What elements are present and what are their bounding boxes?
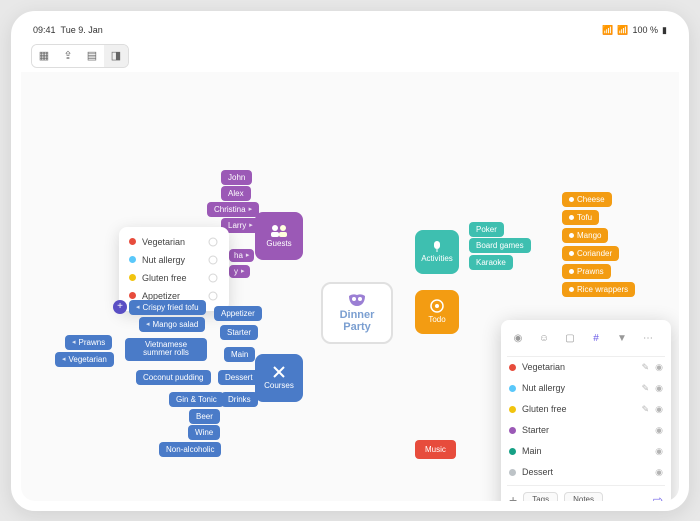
course-node[interactable]: Dessert (218, 370, 260, 385)
category-courses[interactable]: Courses (255, 354, 303, 402)
add-tag-button[interactable]: + (509, 492, 517, 508)
tag-row[interactable]: Gluten free✎◉ (507, 399, 665, 420)
center-title-2: Party (343, 321, 371, 333)
course-node[interactable]: Appetizer (214, 306, 262, 321)
utensils-icon (270, 365, 288, 379)
tab-emoji[interactable]: ☺ (535, 330, 553, 348)
tablet-frame: 09:41 Tue 9. Jan 📶 📶 100 % ▮ ▦ ⇪ ▤ ◨ Din… (11, 11, 689, 511)
people-icon (269, 223, 289, 237)
tab-color[interactable]: ◉ (509, 330, 527, 348)
tag-row[interactable]: Starter◉ (507, 420, 665, 441)
todo-node[interactable]: Mango (562, 228, 608, 243)
eye-icon[interactable]: ◉ (655, 362, 663, 373)
guest-node[interactable]: Alex (221, 186, 251, 201)
status-right: 📶 📶 100 % ▮ (602, 25, 667, 36)
battery-icon: ▮ (662, 25, 667, 36)
course-node[interactable]: Starter (220, 325, 258, 340)
collapse-icon[interactable]: ⇨ (653, 493, 663, 507)
eye-icon[interactable]: ◉ (655, 467, 663, 478)
todo-node[interactable]: Prawns (562, 264, 611, 279)
status-left: 09:41 Tue 9. Jan (33, 25, 103, 36)
drink-node[interactable]: Wine (188, 425, 220, 440)
tag-row[interactable]: Dessert◉ (507, 462, 665, 483)
tag-panel: ◉ ☺ ▢ # ▼ ⋯ Vegetarian✎◉ Nut allergy✎◉ G… (501, 320, 671, 511)
drink-node[interactable]: Gin & Tonic (169, 392, 224, 407)
tags-button[interactable]: Tags (523, 492, 558, 507)
panel-tabs: ◉ ☺ ▢ # ▼ ⋯ (507, 326, 665, 357)
tag-row[interactable]: Nut allergy✎◉ (507, 378, 665, 399)
dish-node[interactable]: ◂Prawns (65, 335, 112, 350)
view-split-button[interactable]: ◨ (104, 45, 128, 67)
guest-node[interactable]: Christina▸ (207, 202, 259, 217)
center-title-1: Dinner (340, 309, 375, 321)
signal-icon: 📶 (602, 25, 613, 36)
status-bar: 09:41 Tue 9. Jan 📶 📶 100 % ▮ (21, 21, 679, 40)
dish-node[interactable]: ◂Mango salad (139, 317, 205, 332)
category-label: Todo (428, 315, 445, 324)
filter-row[interactable]: Gluten free (125, 269, 223, 287)
filter-popup: Vegetarian Nut allergy Gluten free Appet… (119, 227, 229, 311)
add-node-button[interactable]: + (113, 300, 127, 314)
eye-icon (207, 272, 219, 284)
category-guests[interactable]: Guests (255, 212, 303, 260)
view-grid-button[interactable]: ▦ (32, 45, 56, 67)
eye-icon[interactable]: ◉ (655, 404, 663, 415)
target-icon (430, 299, 444, 313)
drink-node[interactable]: Beer (189, 409, 220, 424)
dish-node[interactable]: Vietnamese summer rolls (125, 338, 207, 362)
tag-row[interactable]: Vegetarian✎◉ (507, 357, 665, 378)
filter-row[interactable]: Vegetarian (125, 233, 223, 251)
mindmap-canvas[interactable]: Dinner Party Guests John Alex Christina▸… (21, 72, 679, 502)
category-label: Guests (266, 239, 291, 248)
eye-icon[interactable]: ◉ (655, 425, 663, 436)
activity-node[interactable]: Poker (469, 222, 504, 237)
dish-node[interactable]: ◂Crispy fried tofu (129, 300, 206, 315)
category-label: Courses (264, 381, 294, 390)
course-node[interactable]: Main (224, 347, 255, 362)
eye-icon (207, 254, 219, 266)
tab-filter[interactable]: ▼ (613, 330, 631, 348)
tab-image[interactable]: ▢ (561, 330, 579, 348)
eye-icon (207, 290, 219, 302)
dish-node[interactable]: Coconut pudding (136, 370, 211, 385)
activity-node[interactable]: Board games (469, 238, 531, 253)
filter-row[interactable]: Nut allergy (125, 251, 223, 269)
tab-tag[interactable]: # (587, 330, 605, 348)
category-music[interactable]: Music (415, 440, 456, 459)
mic-icon (430, 240, 444, 252)
activity-node[interactable]: Karaoke (469, 255, 513, 270)
share-button[interactable]: ⇪ (56, 45, 80, 67)
todo-node[interactable]: Rice wrappers (562, 282, 635, 297)
todo-node[interactable]: Coriander (562, 246, 619, 261)
eye-icon[interactable]: ◉ (655, 383, 663, 394)
wifi-icon: 📶 (617, 25, 628, 36)
category-todo[interactable]: Todo (415, 290, 459, 334)
guest-node[interactable]: ha▸ (229, 249, 254, 262)
guest-node[interactable]: y▸ (229, 265, 250, 278)
battery-text: 100 % (633, 25, 659, 35)
drink-node[interactable]: Non-alcoholic (159, 442, 221, 457)
center-node[interactable]: Dinner Party (321, 282, 393, 344)
eye-icon[interactable]: ◉ (655, 446, 663, 457)
tab-more[interactable]: ⋯ (639, 330, 657, 348)
category-label: Activities (421, 254, 453, 263)
guest-node[interactable]: John (221, 170, 252, 185)
eye-icon (207, 236, 219, 248)
todo-node[interactable]: Tofu (562, 210, 599, 225)
edit-icon[interactable]: ✎ (642, 383, 650, 394)
tag-row[interactable]: Main◉ (507, 441, 665, 462)
view-list-button[interactable]: ▤ (80, 45, 104, 67)
edit-icon[interactable]: ✎ (642, 404, 650, 415)
dish-node[interactable]: ◂Vegetarian (55, 352, 114, 367)
course-drinks[interactable]: Drinks (221, 392, 258, 407)
mask-icon (347, 293, 367, 307)
notes-button[interactable]: Notes (564, 492, 603, 507)
panel-footer: + Tags Notes ⇨ (507, 485, 665, 510)
todo-node[interactable]: Cheese (562, 192, 612, 207)
toolbar: ▦ ⇪ ▤ ◨ (21, 40, 679, 72)
category-activities[interactable]: Activities (415, 230, 459, 274)
edit-icon[interactable]: ✎ (642, 362, 650, 373)
